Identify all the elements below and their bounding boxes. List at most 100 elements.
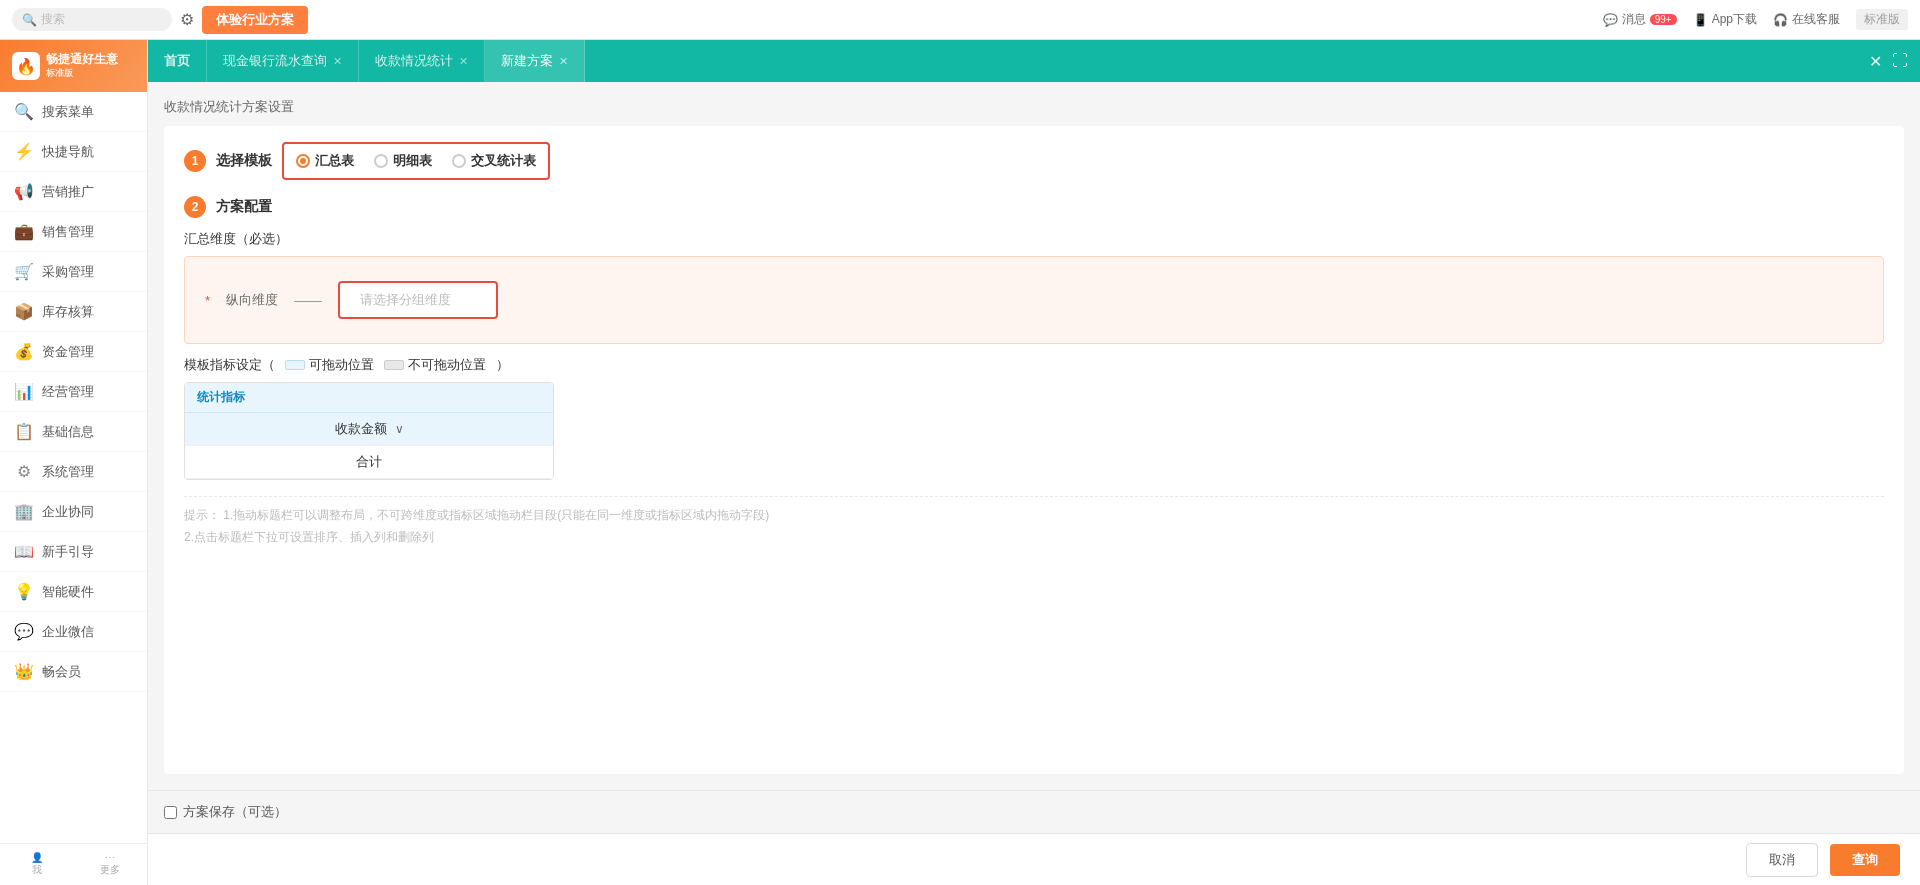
sidebar-bottom-right[interactable]: ⋯ 更多 bbox=[74, 852, 148, 877]
tab-receipt-close[interactable]: ✕ bbox=[459, 55, 468, 68]
metrics-row-total: 合计 bbox=[185, 446, 553, 479]
service-label: 在线客服 bbox=[1792, 11, 1840, 28]
download-icon: 📱 bbox=[1693, 13, 1708, 27]
finance-icon: 💰 bbox=[14, 342, 34, 361]
step1-label: 选择模板 bbox=[216, 152, 272, 170]
radio-cross-dot bbox=[452, 154, 466, 168]
sidebar-item-member[interactable]: 👑 畅会员 bbox=[0, 652, 147, 692]
logo-sub: 标准版 bbox=[46, 67, 118, 80]
close-window-icon[interactable]: ✕ bbox=[1869, 52, 1882, 71]
notification-item[interactable]: 💬 消息 99+ bbox=[1603, 11, 1677, 28]
main: 首页 现金银行流水查询 ✕ 收款情况统计 ✕ 新建方案 ✕ ✕ ⛶ 收款情况统计… bbox=[148, 40, 1920, 885]
sidebar-label-finance: 资金管理 bbox=[42, 343, 94, 361]
radio-detail-label: 明细表 bbox=[393, 152, 432, 170]
tab-receipt-label: 收款情况统计 bbox=[375, 52, 453, 70]
vertical-dimension-label: 纵向维度 bbox=[226, 291, 278, 309]
query-button[interactable]: 查询 bbox=[1830, 844, 1900, 876]
metrics-row-amount[interactable]: 收款金额 ∨ bbox=[185, 413, 553, 446]
sidebar-item-guide[interactable]: 📖 新手引导 bbox=[0, 532, 147, 572]
fixed-label: 不可拖动位置 bbox=[408, 356, 486, 374]
tab-new-plan[interactable]: 新建方案 ✕ bbox=[485, 40, 585, 82]
enterprise-icon: 🏢 bbox=[14, 502, 34, 521]
fixed-legend: 不可拖动位置 bbox=[384, 356, 486, 374]
sidebar-label-marketing: 营销推广 bbox=[42, 183, 94, 201]
sidebar-label-sales: 销售管理 bbox=[42, 223, 94, 241]
tab-new-plan-close[interactable]: ✕ bbox=[559, 55, 568, 68]
radio-detail[interactable]: 明细表 bbox=[374, 152, 432, 170]
sidebar-item-system[interactable]: ⚙ 系统管理 bbox=[0, 452, 147, 492]
dimension-area: * 纵向维度 —— 请选择分组维度 bbox=[184, 256, 1884, 344]
sidebar-label-member: 畅会员 bbox=[42, 663, 81, 681]
sidebar-label-quick: 快捷导航 bbox=[42, 143, 94, 161]
sidebar-item-wechat[interactable]: 💬 企业微信 bbox=[0, 612, 147, 652]
notification-icon: 💬 bbox=[1603, 13, 1618, 27]
step1-header: 1 选择模板 汇总表 明细表 bbox=[184, 142, 1884, 180]
search-menu-icon: 🔍 bbox=[14, 102, 34, 121]
step2-label: 方案配置 bbox=[216, 198, 272, 216]
search-box[interactable]: 🔍 搜索 bbox=[12, 8, 172, 31]
sidebar-label-enterprise: 企业协同 bbox=[42, 503, 94, 521]
sidebar-item-purchase[interactable]: 🛒 采购管理 bbox=[0, 252, 147, 292]
sidebar-label-management: 经营管理 bbox=[42, 383, 94, 401]
maximize-icon[interactable]: ⛶ bbox=[1892, 52, 1908, 70]
sidebar-bottom-left[interactable]: 👤 我 bbox=[0, 852, 74, 877]
metrics-title: 模板指标设定（ bbox=[184, 356, 275, 374]
tab-receipt[interactable]: 收款情况统计 ✕ bbox=[359, 40, 485, 82]
sidebar-item-inventory[interactable]: 📦 库存核算 bbox=[0, 292, 147, 332]
close-paren: ） bbox=[496, 356, 509, 374]
sidebar-item-sales[interactable]: 💼 销售管理 bbox=[0, 212, 147, 252]
gear-icon[interactable]: ⚙ bbox=[180, 10, 194, 29]
dimension-row: * 纵向维度 —— 请选择分组维度 bbox=[205, 281, 1863, 319]
tab-home[interactable]: 首页 bbox=[148, 40, 207, 82]
cancel-button[interactable]: 取消 bbox=[1746, 843, 1818, 877]
step1-badge: 1 bbox=[184, 150, 206, 172]
radio-summary[interactable]: 汇总表 bbox=[296, 152, 354, 170]
user-area[interactable]: 标准版 bbox=[1856, 9, 1908, 30]
sales-icon: 💼 bbox=[14, 222, 34, 241]
radio-summary-dot bbox=[296, 154, 310, 168]
metrics-total-label: 合计 bbox=[356, 453, 382, 471]
hardware-icon: 💡 bbox=[14, 582, 34, 601]
metrics-table-title: 统计指标 bbox=[197, 389, 245, 406]
more-icon: ⋯ bbox=[105, 852, 115, 863]
sidebar-item-hardware[interactable]: 💡 智能硬件 bbox=[0, 572, 147, 612]
download-label: App下载 bbox=[1712, 11, 1757, 28]
top-header: 🔍 搜索 ⚙ 体验行业方案 💬 消息 99+ 📱 App下载 🎧 在线客服 标准… bbox=[0, 0, 1920, 40]
sidebar-item-marketing[interactable]: 📢 营销推广 bbox=[0, 172, 147, 212]
tab-cashflow[interactable]: 现金银行流水查询 ✕ bbox=[207, 40, 359, 82]
bottom-save-section: 方案保存（可选） bbox=[148, 790, 1920, 833]
tab-cashflow-label: 现金银行流水查询 bbox=[223, 52, 327, 70]
sidebar-item-management[interactable]: 📊 经营管理 bbox=[0, 372, 147, 412]
metrics-header: 模板指标设定（ 可拖动位置 不可拖动位置 ） bbox=[184, 356, 1884, 374]
metrics-section: 模板指标设定（ 可拖动位置 不可拖动位置 ） bbox=[184, 356, 1884, 480]
movable-label: 可拖动位置 bbox=[309, 356, 374, 374]
required-mark: * bbox=[205, 293, 210, 308]
member-icon: 👑 bbox=[14, 662, 34, 681]
logo-icon: 🔥 bbox=[12, 52, 40, 80]
save-checkbox[interactable] bbox=[164, 806, 177, 819]
sidebar-item-quick[interactable]: ⚡ 快捷导航 bbox=[0, 132, 147, 172]
wechat-icon: 💬 bbox=[14, 622, 34, 641]
page-content: 收款情况统计方案设置 1 选择模板 汇总表 bbox=[148, 82, 1920, 790]
download-item[interactable]: 📱 App下载 bbox=[1693, 11, 1757, 28]
radio-cross[interactable]: 交叉统计表 bbox=[452, 152, 536, 170]
tab-home-label: 首页 bbox=[164, 52, 190, 70]
metrics-chevron-icon[interactable]: ∨ bbox=[395, 422, 404, 436]
radio-cross-label: 交叉统计表 bbox=[471, 152, 536, 170]
dimension-section: 汇总维度（必选） * 纵向维度 —— 请选择分组维度 bbox=[184, 230, 1884, 344]
management-icon: 📊 bbox=[14, 382, 34, 401]
metrics-amount-label: 收款金额 bbox=[335, 420, 387, 438]
search-placeholder: 搜索 bbox=[41, 11, 65, 28]
sidebar-logo: 🔥 畅捷通好生意 标准版 bbox=[0, 40, 147, 92]
sidebar-item-search[interactable]: 🔍 搜索菜单 bbox=[0, 92, 147, 132]
basic-info-icon: 📋 bbox=[14, 422, 34, 441]
tab-cashflow-close[interactable]: ✕ bbox=[333, 55, 342, 68]
sidebar-item-basic[interactable]: 📋 基础信息 bbox=[0, 412, 147, 452]
trial-button[interactable]: 体验行业方案 bbox=[202, 6, 308, 34]
sidebar-item-enterprise[interactable]: 🏢 企业协同 bbox=[0, 492, 147, 532]
dimension-selector[interactable]: 请选择分组维度 bbox=[338, 281, 498, 319]
sidebar-label-guide: 新手引导 bbox=[42, 543, 94, 561]
sidebar-item-finance[interactable]: 💰 资金管理 bbox=[0, 332, 147, 372]
service-item[interactable]: 🎧 在线客服 bbox=[1773, 11, 1840, 28]
tab-bar: 首页 现金银行流水查询 ✕ 收款情况统计 ✕ 新建方案 ✕ ✕ ⛶ bbox=[148, 40, 1920, 82]
